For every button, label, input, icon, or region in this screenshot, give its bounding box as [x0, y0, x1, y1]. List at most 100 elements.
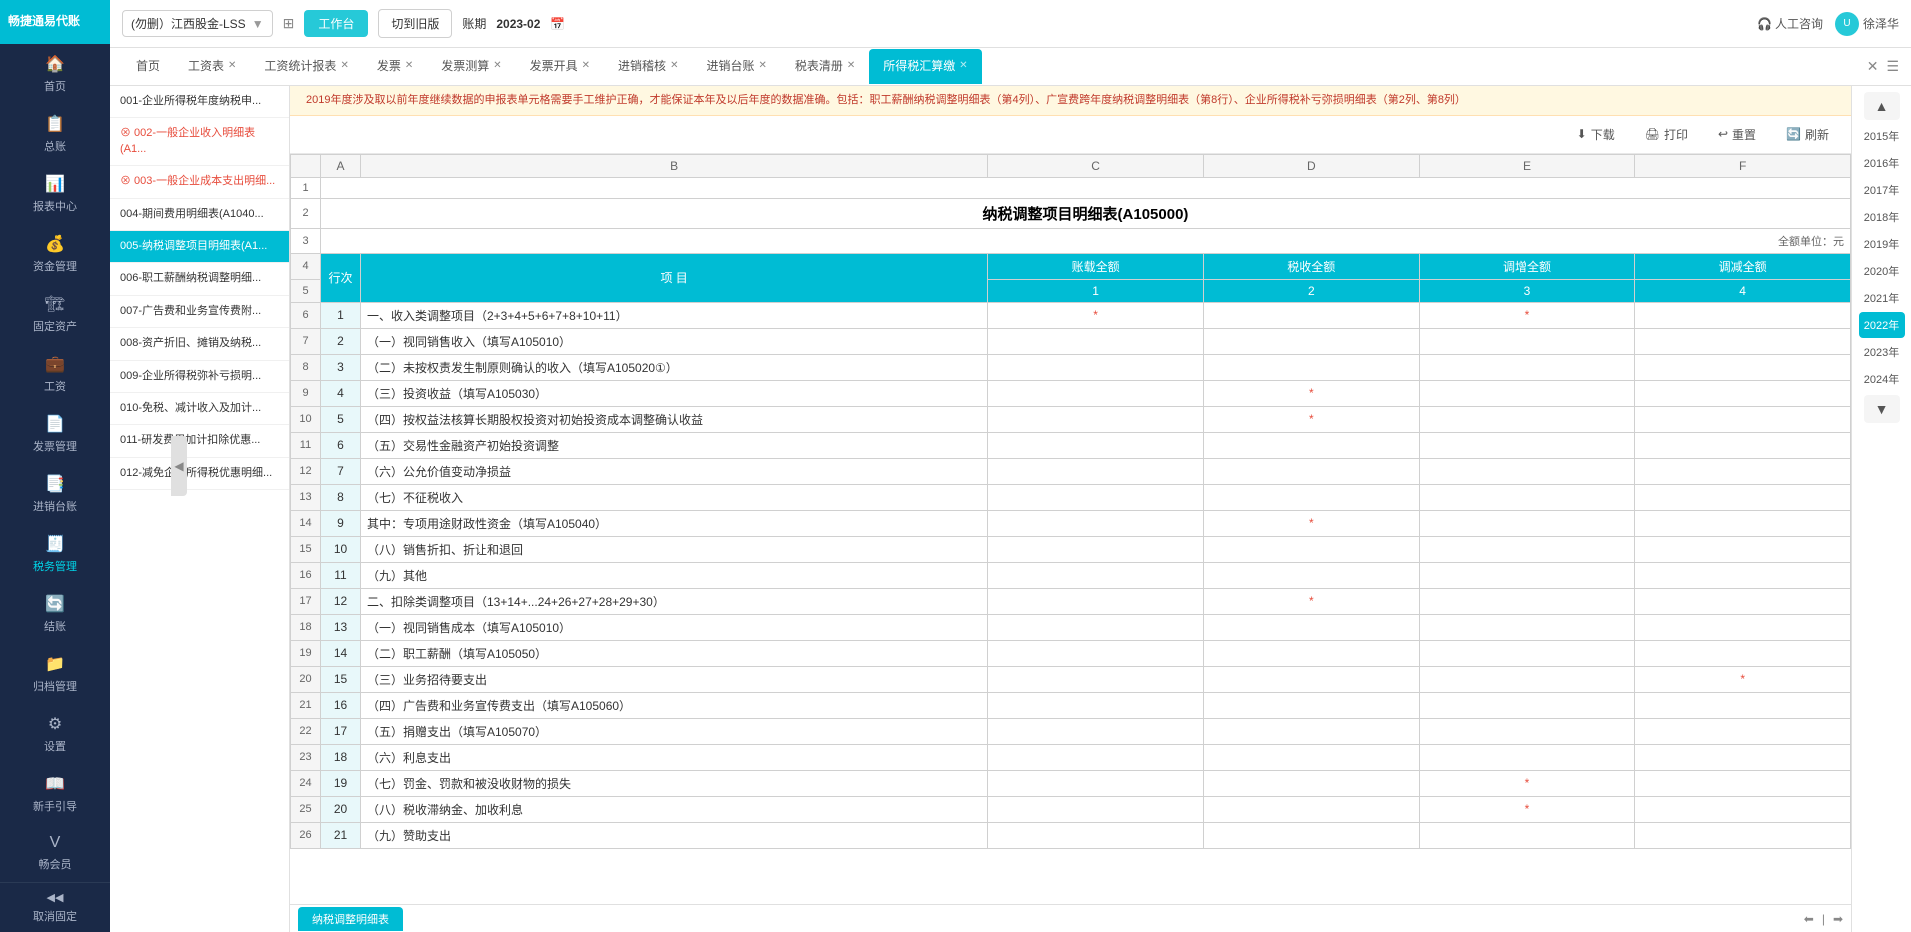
- col-a-3[interactable]: 4: [321, 380, 361, 406]
- year-item-2015年[interactable]: 2015年: [1859, 123, 1905, 149]
- user-info[interactable]: U 徐泽华: [1835, 12, 1899, 36]
- nav-tab-tax-clearance[interactable]: 税表清册✕: [781, 49, 869, 84]
- sidebar-item-fixed-asset[interactable]: 🏗固定资产: [0, 284, 110, 344]
- col-b-9[interactable]: （八）销售折扣、折让和退回: [361, 536, 988, 562]
- year-item-2024年[interactable]: 2024年: [1859, 366, 1905, 392]
- col-f-4[interactable]: [1635, 406, 1851, 432]
- col-e-0[interactable]: *: [1419, 302, 1635, 328]
- col-e-6[interactable]: [1419, 458, 1635, 484]
- sidebar-item-report[interactable]: 📊报表中心: [0, 164, 110, 224]
- col-a-16[interactable]: 17: [321, 718, 361, 744]
- col-d-8[interactable]: *: [1203, 510, 1419, 536]
- col-c-19[interactable]: [988, 796, 1204, 822]
- table-row[interactable]: 23 18 （六）利息支出: [291, 744, 1851, 770]
- col-c-9[interactable]: [988, 536, 1204, 562]
- col-d-14[interactable]: [1203, 666, 1419, 692]
- col-d-20[interactable]: [1203, 822, 1419, 848]
- col-d-0[interactable]: [1203, 302, 1419, 328]
- year-up-nav[interactable]: ▲: [1864, 92, 1900, 120]
- col-f-15[interactable]: [1635, 692, 1851, 718]
- col-e-15[interactable]: [1419, 692, 1635, 718]
- col-b-2[interactable]: （二）未按权责发生制原则确认的收入（填写A105020①）: [361, 354, 988, 380]
- col-e-13[interactable]: [1419, 640, 1635, 666]
- col-e-5[interactable]: [1419, 432, 1635, 458]
- col-c-6[interactable]: [988, 458, 1204, 484]
- col-c-3[interactable]: [988, 380, 1204, 406]
- col-f-14[interactable]: *: [1635, 666, 1851, 692]
- tab-close-tax-clearance[interactable]: ✕: [847, 60, 855, 71]
- col-f-18[interactable]: [1635, 770, 1851, 796]
- print-button[interactable]: 🖨 打印: [1635, 122, 1698, 147]
- tab-close-sales-ledger[interactable]: ✕: [758, 60, 766, 71]
- col-e-17[interactable]: [1419, 744, 1635, 770]
- col-b-15[interactable]: （四）广告费和业务宣传费支出（填写A105060）: [361, 692, 988, 718]
- col-c-8[interactable]: [988, 510, 1204, 536]
- col-c-20[interactable]: [988, 822, 1204, 848]
- col-d-19[interactable]: [1203, 796, 1419, 822]
- col-a-15[interactable]: 16: [321, 692, 361, 718]
- table-row[interactable]: 21 16 （四）广告费和业务宣传费支出（填写A105060）: [291, 692, 1851, 718]
- col-d-2[interactable]: [1203, 354, 1419, 380]
- col-a-17[interactable]: 18: [321, 744, 361, 770]
- nav-tab-salary-report[interactable]: 工资统计报表✕: [250, 49, 362, 84]
- nav-tab-sales-ledger[interactable]: 进销台账✕: [692, 49, 780, 84]
- old-version-button[interactable]: 切到旧版: [378, 9, 452, 38]
- year-item-2022年[interactable]: 2022年: [1859, 312, 1905, 338]
- table-row[interactable]: 7 2 （一）视同销售收入（填写A105010）: [291, 328, 1851, 354]
- col-e-10[interactable]: [1419, 562, 1635, 588]
- col-a-7[interactable]: 8: [321, 484, 361, 510]
- table-row[interactable]: 20 15 （三）业务招待要支出 *: [291, 666, 1851, 692]
- year-item-2017年[interactable]: 2017年: [1859, 177, 1905, 203]
- col-b-8[interactable]: 其中：专项用途财政性资金（填写A105040）: [361, 510, 988, 536]
- col-c-17[interactable]: [988, 744, 1204, 770]
- col-d-9[interactable]: [1203, 536, 1419, 562]
- table-row[interactable]: 16 11 （九）其他: [291, 562, 1851, 588]
- sidebar-item-asset-mgmt[interactable]: 💰资金管理: [0, 224, 110, 284]
- col-e-3[interactable]: [1419, 380, 1635, 406]
- table-row[interactable]: 24 19 （七）罚金、罚款和被没收财物的损失 *: [291, 770, 1851, 796]
- col-b-7[interactable]: （七）不征税收入: [361, 484, 988, 510]
- nav-tab-invoice-open[interactable]: 发票开具✕: [516, 49, 604, 84]
- left-panel-item-005[interactable]: 005-纳税调整项目明细表(A1...: [110, 231, 289, 263]
- col-d-13[interactable]: [1203, 640, 1419, 666]
- calendar-icon[interactable]: 📅: [550, 17, 565, 31]
- table-row[interactable]: 11 6 （五）交易性金融资产初始投资调整: [291, 432, 1851, 458]
- col-b-5[interactable]: （五）交易性金融资产初始投资调整: [361, 432, 988, 458]
- col-f-2[interactable]: [1635, 354, 1851, 380]
- year-item-2018年[interactable]: 2018年: [1859, 204, 1905, 230]
- panel-collapse-toggle[interactable]: ◀: [171, 436, 187, 496]
- table-row[interactable]: 25 20 （八）税收滞纳金、加收利息 *: [291, 796, 1851, 822]
- col-f-1[interactable]: [1635, 328, 1851, 354]
- col-d-18[interactable]: [1203, 770, 1419, 796]
- col-b-18[interactable]: （七）罚金、罚款和被没收财物的损失: [361, 770, 988, 796]
- col-e-12[interactable]: [1419, 614, 1635, 640]
- workbench-button[interactable]: 工作台: [304, 10, 368, 37]
- col-f-8[interactable]: [1635, 510, 1851, 536]
- col-e-11[interactable]: [1419, 588, 1635, 614]
- tab-close-purchase-ledger[interactable]: ✕: [670, 60, 678, 71]
- left-panel-item-003[interactable]: ⊗ 003-一般企业成本支出明细...: [110, 166, 289, 198]
- col-c-7[interactable]: [988, 484, 1204, 510]
- col-a-14[interactable]: 15: [321, 666, 361, 692]
- refresh-button[interactable]: 🔄 刷新: [1776, 122, 1839, 147]
- col-b-0[interactable]: 一、收入类调整项目（2+3+4+5+6+7+8+10+11）: [361, 302, 988, 328]
- col-b-4[interactable]: （四）按权益法核算长期股权投资对初始投资成本调整确认收益: [361, 406, 988, 432]
- nav-tab-home[interactable]: 首页: [122, 49, 174, 84]
- sidebar-bottom-pin[interactable]: ◀◀ 取消固定: [0, 882, 110, 932]
- left-panel-item-002[interactable]: ⊗ 002-一般企业收入明细表(A1...: [110, 118, 289, 166]
- scroll-left-icon[interactable]: ⬅: [1804, 912, 1814, 926]
- col-f-10[interactable]: [1635, 562, 1851, 588]
- col-e-20[interactable]: [1419, 822, 1635, 848]
- year-item-2023年[interactable]: 2023年: [1859, 339, 1905, 365]
- tab-close-income-tax[interactable]: ✕: [959, 60, 967, 71]
- col-d-17[interactable]: [1203, 744, 1419, 770]
- col-f-5[interactable]: [1635, 432, 1851, 458]
- col-c-0[interactable]: *: [988, 302, 1204, 328]
- nav-tab-income-tax[interactable]: 所得税汇算缴✕: [869, 49, 981, 84]
- col-d-15[interactable]: [1203, 692, 1419, 718]
- col-c-5[interactable]: [988, 432, 1204, 458]
- col-f-11[interactable]: [1635, 588, 1851, 614]
- col-c-1[interactable]: [988, 328, 1204, 354]
- table-row[interactable]: 22 17 （五）捐赠支出（填写A105070）: [291, 718, 1851, 744]
- col-e-14[interactable]: [1419, 666, 1635, 692]
